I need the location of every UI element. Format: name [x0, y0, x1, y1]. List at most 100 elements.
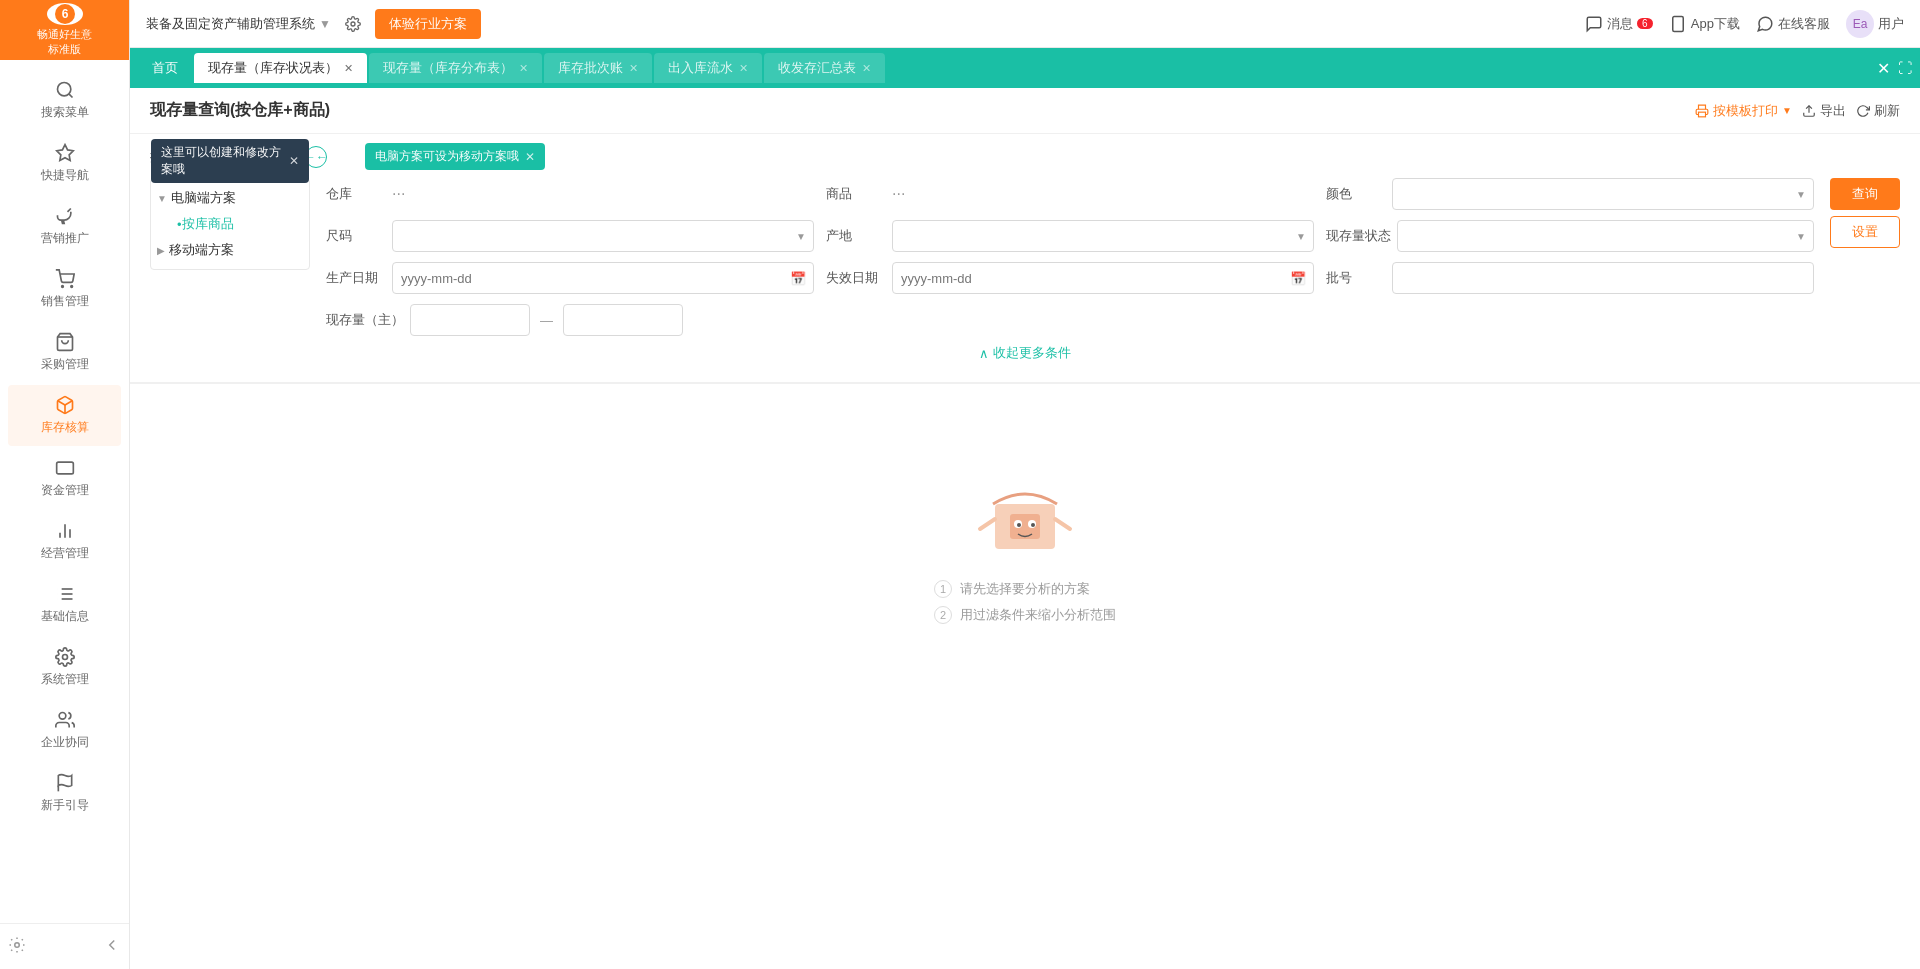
sidebar-settings-btn[interactable]: [8, 936, 26, 957]
app-subtitle: 标准版: [48, 42, 81, 57]
tab-close-all[interactable]: ✕: [1877, 59, 1890, 78]
tooltip-1-close-btn[interactable]: ✕: [525, 150, 535, 164]
refresh-btn[interactable]: 刷新: [1856, 102, 1900, 120]
tab-home[interactable]: 首页: [138, 53, 192, 83]
stock-status-label: 现存量状态: [1326, 227, 1391, 245]
user-section[interactable]: Ea 用户: [1846, 10, 1904, 38]
tab-close-stock-status[interactable]: ✕: [344, 62, 353, 75]
sidebar-item-stock[interactable]: 库存核算: [8, 385, 121, 446]
page-container: 现存量查询(按仓库+商品) 按模板打印 ▼ 导出 刷新: [130, 88, 1920, 969]
tab-close-inout-flow[interactable]: ✕: [739, 62, 748, 75]
template-print-btn[interactable]: 按模板打印 ▼: [1695, 102, 1792, 120]
sidebar-item-label: 系统管理: [41, 671, 89, 688]
stock-status-select[interactable]: [1397, 220, 1814, 252]
stock-main-max-input[interactable]: [563, 304, 683, 336]
sidebar-item-sys-mgmt[interactable]: 系统管理: [8, 637, 121, 698]
scheme-warehouse[interactable]: • 按库商品: [151, 211, 309, 237]
sidebar-item-purchase[interactable]: 采购管理: [8, 322, 121, 383]
tooltip-bubble-1: 电脑方案可设为移动方案哦 ✕: [365, 143, 545, 170]
sidebar-item-label: 企业协同: [41, 734, 89, 751]
search-btn[interactable]: 查询: [1830, 178, 1900, 210]
sidebar-nav: 搜索菜单 快捷导航 营销推广 销售管理 采购管理 库存核算 资金: [0, 60, 129, 923]
size-select[interactable]: [392, 220, 814, 252]
tab-fullscreen[interactable]: ⛶: [1898, 60, 1912, 76]
svg-point-5: [61, 286, 63, 288]
reset-btn[interactable]: 设置: [1830, 216, 1900, 248]
tab-inout-flow[interactable]: 出入库流水 ✕: [654, 53, 762, 83]
export-btn[interactable]: 导出: [1802, 102, 1846, 120]
sidebar-item-new-guide[interactable]: 新手引导: [8, 763, 121, 824]
user-label: 用户: [1878, 15, 1904, 33]
sidebar-item-quick-nav[interactable]: 快捷导航: [8, 133, 121, 194]
scheme-mobile[interactable]: ▶ 移动端方案: [151, 237, 309, 263]
sidebar-item-enterprise[interactable]: 企业协同: [8, 700, 121, 761]
cart-icon: [55, 269, 75, 289]
expiry-date-input[interactable]: [892, 262, 1314, 294]
svg-line-3: [68, 94, 72, 98]
settings-btn[interactable]: [339, 10, 367, 38]
production-date-calendar-icon[interactable]: 📅: [790, 271, 806, 286]
online-support-btn[interactable]: 在线客服: [1756, 15, 1830, 33]
svg-point-6: [70, 286, 72, 288]
scheme-mobile-label: 移动端方案: [169, 241, 234, 259]
size-select-wrapper: ▼: [392, 220, 814, 252]
sidebar-item-search[interactable]: 搜索菜单: [8, 70, 121, 131]
filter-row-1: 仓库 ··· 商品 ··· 颜色: [326, 178, 1814, 210]
sidebar-item-label: 新手引导: [41, 797, 89, 814]
tab-close-batch-ledger[interactable]: ✕: [629, 62, 638, 75]
stock-range-separator: —: [540, 313, 553, 328]
tab-bar: 首页 现存量（库存状况表） ✕ 现存量（库存分布表） ✕ 库存批次账 ✕ 出入库…: [130, 48, 1920, 88]
tip-num-1: 1: [934, 580, 952, 598]
sidebar-item-base-info[interactable]: 基础信息: [8, 574, 121, 635]
batch-input[interactable]: [1392, 262, 1814, 294]
wallet-icon: [55, 458, 75, 478]
page-title: 现存量查询(按仓库+商品): [150, 100, 330, 121]
chevron-down-icon: ▼: [319, 17, 331, 31]
star-icon: [55, 143, 75, 163]
production-date-input[interactable]: [392, 262, 814, 294]
tab-collect-send[interactable]: 收发存汇总表 ✕: [764, 53, 885, 83]
tab-stock-status[interactable]: 现存量（库存状况表） ✕: [194, 53, 367, 83]
message-btn[interactable]: 消息 6: [1585, 15, 1653, 33]
app-download-btn[interactable]: App下载: [1669, 15, 1740, 33]
tab-close-stock-dist[interactable]: ✕: [519, 62, 528, 75]
sidebar-item-operations[interactable]: 经营管理: [8, 511, 121, 572]
sidebar-item-finance[interactable]: 资金管理: [8, 448, 121, 509]
page-actions: 按模板打印 ▼ 导出 刷新: [1695, 102, 1900, 120]
empty-illustration: [975, 464, 1075, 564]
collapse-btn[interactable]: ∧ 收起更多条件: [150, 336, 1900, 370]
sidebar-item-label: 快捷导航: [41, 167, 89, 184]
expiry-date-calendar-icon[interactable]: 📅: [1290, 271, 1306, 286]
sidebar-item-label: 营销推广: [41, 230, 89, 247]
header-right: 消息 6 App下载 在线客服 Ea 用户: [1585, 10, 1904, 38]
tab-bar-end: ✕ ⛶: [1877, 59, 1912, 78]
tab-stock-dist[interactable]: 现存量（库存分布表） ✕: [369, 53, 542, 83]
stock-main-label: 现存量（主）: [326, 311, 404, 329]
tooltip-bubble-2-text: 这里可以创建和修改方案哦: [161, 144, 283, 178]
filter-warehouse: 仓库 ···: [326, 185, 814, 203]
sidebar-item-marketing[interactable]: 营销推广: [8, 196, 121, 257]
tooltip-2-close-btn[interactable]: ✕: [289, 154, 299, 168]
page-header: 现存量查询(按仓库+商品) 按模板打印 ▼ 导出 刷新: [130, 88, 1920, 134]
sidebar-collapse-btn[interactable]: [103, 936, 121, 957]
empty-tip-1-text: 请先选择要分析的方案: [960, 580, 1090, 598]
user-avatar: Ea: [1846, 10, 1874, 38]
sidebar-item-label: 经营管理: [41, 545, 89, 562]
warehouse-label: 仓库: [326, 185, 386, 203]
industry-btn[interactable]: 体验行业方案: [375, 9, 481, 39]
app-download-label: App下载: [1691, 15, 1740, 33]
scheme-warehouse-text: 按库商品: [182, 215, 234, 233]
app-selector[interactable]: 装备及固定资产辅助管理系统 ▼: [146, 15, 331, 33]
tab-batch-ledger[interactable]: 库存批次账 ✕: [544, 53, 652, 83]
sidebar-item-sales[interactable]: 销售管理: [8, 259, 121, 320]
tab-close-collect-send[interactable]: ✕: [862, 62, 871, 75]
content-area: 现存量查询(按仓库+商品) 按模板打印 ▼ 导出 刷新: [130, 88, 1920, 969]
color-select[interactable]: [1392, 178, 1814, 210]
stock-main-min-input[interactable]: [410, 304, 530, 336]
size-label: 尺码: [326, 227, 386, 245]
warehouse-dots: ···: [392, 185, 405, 203]
scheme-desktop[interactable]: ▼ 电脑端方案: [151, 185, 309, 211]
filter-fields-area: 仓库 ··· 商品 ··· 颜色: [326, 178, 1814, 336]
origin-select[interactable]: [892, 220, 1314, 252]
tooltip-dark-content: 这里可以创建和修改方案哦 ✕: [151, 139, 309, 183]
